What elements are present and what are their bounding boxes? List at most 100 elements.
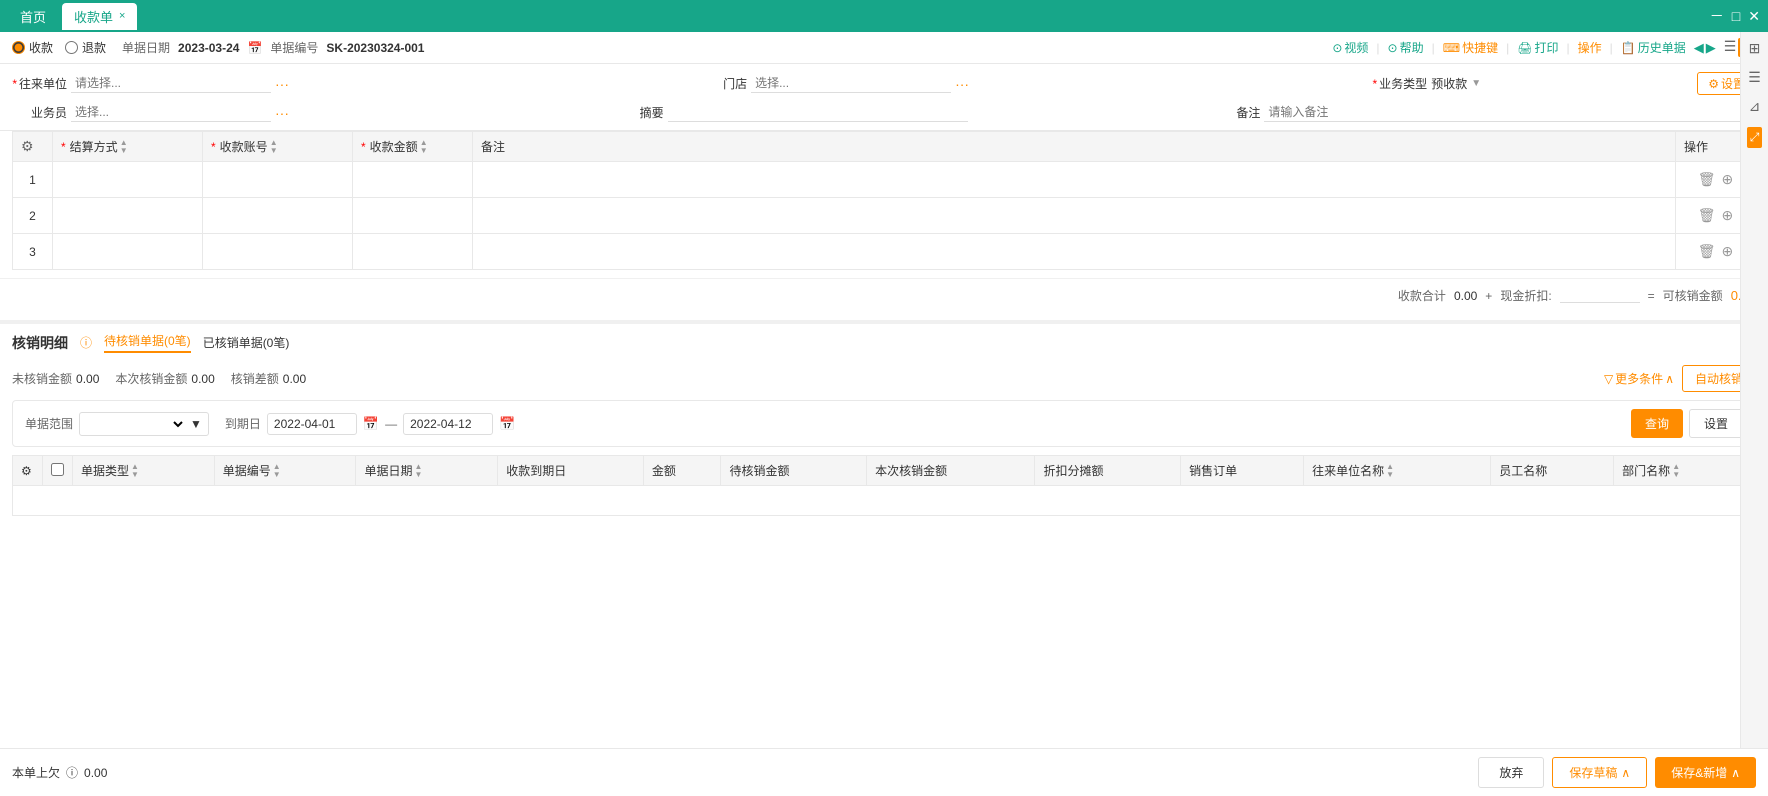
payment-cell-2[interactable] bbox=[53, 198, 203, 234]
salesperson-more-btn[interactable]: ··· bbox=[275, 105, 289, 121]
range-select[interactable]: ▼ bbox=[79, 412, 209, 436]
copy-icon-1[interactable]: ⊕ bbox=[1722, 171, 1734, 188]
range-chevron-icon: ▼ bbox=[190, 417, 202, 431]
account-cell-2[interactable] bbox=[203, 198, 353, 234]
payment-cell-1[interactable] bbox=[53, 162, 203, 198]
store-input[interactable] bbox=[751, 74, 951, 93]
amount-cell-1[interactable] bbox=[353, 162, 473, 198]
th-account: * 收款账号 ▲▼ bbox=[203, 132, 353, 162]
th-discount: 折扣分摊额 bbox=[1035, 456, 1181, 486]
list-view-icon[interactable]: ☰ bbox=[1724, 38, 1737, 57]
discard-btn[interactable]: 放弃 bbox=[1478, 757, 1544, 788]
salesperson-label: 业务员 bbox=[12, 104, 67, 121]
date-to-input[interactable] bbox=[403, 413, 493, 435]
date-filter: 到期日 📅 — 📅 bbox=[225, 413, 515, 435]
th-amount: * 收款金额 ▲▼ bbox=[353, 132, 473, 162]
more-conditions-btn[interactable]: ▽ 更多条件 ∧ bbox=[1604, 370, 1674, 387]
salesperson-input[interactable] bbox=[71, 103, 271, 122]
draft-btn[interactable]: 保存草稿 ∧ bbox=[1552, 757, 1647, 788]
th-pending-amount: 待核销金额 bbox=[721, 456, 867, 486]
footer: 本单上欠 ⓘ 0.00 放弃 保存草稿 ∧ 保存&新增 ∧ bbox=[0, 748, 1768, 796]
tab-active[interactable]: 收款单 × bbox=[62, 3, 137, 30]
delete-icon-1[interactable]: 🗑 bbox=[1698, 171, 1716, 188]
table-gear-icon[interactable]: ⚙ bbox=[21, 138, 34, 154]
sidebar-table-icon[interactable]: ⊞ bbox=[1749, 40, 1761, 57]
maximize-icon[interactable]: □ bbox=[1732, 8, 1740, 24]
cal-from-icon[interactable]: 📅 bbox=[363, 416, 379, 432]
sidebar-link-icon[interactable]: ⊿ bbox=[1749, 98, 1761, 115]
current-icon[interactable]: ⓘ bbox=[66, 764, 78, 781]
draft-label: 保存草稿 bbox=[1569, 764, 1617, 781]
summary-input[interactable] bbox=[668, 103, 968, 122]
query-btn[interactable]: 查询 bbox=[1631, 409, 1683, 438]
delete-icon-3[interactable]: 🗑 bbox=[1698, 243, 1716, 260]
th-payment: * 结算方式 ▲▼ bbox=[53, 132, 203, 162]
completed-tab[interactable]: 已核销单据(0笔) bbox=[203, 334, 290, 351]
note-cell-2[interactable] bbox=[473, 198, 1676, 234]
select-all-checkbox[interactable] bbox=[51, 463, 64, 476]
total-label: 收款合计 bbox=[1398, 287, 1446, 304]
date-from-input[interactable] bbox=[267, 413, 357, 435]
pending-tab[interactable]: 待核销单据(0笔) bbox=[104, 332, 191, 353]
form-section: *往来单位 ··· 门店 ··· *业务类型 预收款 ▼ bbox=[0, 64, 1768, 131]
tab-home[interactable]: 首页 bbox=[8, 3, 58, 30]
current-label: 本单上欠 bbox=[12, 764, 60, 781]
range-select-input[interactable] bbox=[86, 416, 186, 432]
th-doc-date: 单据日期 ▲▼ bbox=[356, 456, 498, 486]
radio-receipt[interactable]: 收款 bbox=[12, 39, 53, 56]
radio-refund-input[interactable] bbox=[65, 41, 78, 54]
th-note: 备注 bbox=[473, 132, 1676, 162]
settings-gear-icon[interactable]: ⚙ bbox=[21, 464, 32, 478]
account-cell-3[interactable] bbox=[203, 234, 353, 270]
tab-close-icon[interactable]: × bbox=[119, 10, 125, 22]
account-cell-1[interactable] bbox=[203, 162, 353, 198]
note-input[interactable] bbox=[1264, 103, 1756, 122]
amount-cell-3[interactable] bbox=[353, 234, 473, 270]
counterparty-input[interactable] bbox=[71, 74, 271, 93]
counterparty-label: *往来单位 bbox=[12, 75, 67, 92]
nav-prev[interactable]: ◀ bbox=[1694, 40, 1704, 56]
shortcut-label: 快捷键 bbox=[1462, 39, 1498, 56]
save-new-btn[interactable]: 保存&新增 ∧ bbox=[1655, 757, 1756, 788]
filter-settings-btn[interactable]: 设置 bbox=[1689, 409, 1743, 438]
business-type-select[interactable]: 预收款 ▼ bbox=[1431, 75, 1551, 92]
shortcut-btn[interactable]: ⌨ 快捷键 bbox=[1443, 39, 1498, 56]
help-btn[interactable]: ⊙ 帮助 bbox=[1388, 39, 1424, 56]
doc-number-label: 单据编号 bbox=[270, 39, 318, 56]
video-btn[interactable]: ⊙ 视频 bbox=[1332, 39, 1368, 56]
print-btn[interactable]: 🖨 打印 bbox=[1517, 39, 1558, 56]
date-label: 到期日 bbox=[225, 415, 261, 432]
calendar-icon[interactable]: 📅 bbox=[247, 41, 262, 55]
tab-bar: 首页 收款单 × － □ ✕ bbox=[0, 0, 1768, 32]
close-icon[interactable]: ✕ bbox=[1748, 8, 1760, 25]
store-more-btn[interactable]: ··· bbox=[955, 76, 969, 92]
radio-group: 收款 退款 bbox=[12, 39, 106, 56]
nav-next[interactable]: ▶ bbox=[1706, 40, 1716, 56]
radio-refund[interactable]: 退款 bbox=[65, 39, 106, 56]
copy-icon-2[interactable]: ⊕ bbox=[1722, 207, 1734, 224]
payment-cell-3[interactable] bbox=[53, 234, 203, 270]
operation-btn[interactable]: 操作 bbox=[1578, 39, 1602, 56]
copy-icon-3[interactable]: ⊕ bbox=[1722, 243, 1734, 260]
note-cell-1[interactable] bbox=[473, 162, 1676, 198]
history-btn[interactable]: 📋 历史单据 bbox=[1621, 39, 1686, 56]
note-cell-3[interactable] bbox=[473, 234, 1676, 270]
cal-to-icon[interactable]: 📅 bbox=[499, 416, 515, 432]
sidebar-expand-icon[interactable]: ⤢ bbox=[1747, 127, 1763, 148]
sidebar-doc-icon[interactable]: ☰ bbox=[1748, 69, 1761, 86]
minimize-icon[interactable]: － bbox=[1710, 6, 1724, 26]
current-verify-value: 0.00 bbox=[191, 372, 214, 386]
equals-sign: = bbox=[1648, 289, 1655, 303]
counterparty-more-btn[interactable]: ··· bbox=[275, 76, 289, 92]
verify-info-icon[interactable]: ⓘ bbox=[80, 334, 92, 351]
operation-label: 操作 bbox=[1578, 39, 1602, 56]
discount-input[interactable] bbox=[1560, 288, 1640, 303]
date-separator: — bbox=[385, 417, 397, 431]
store-label: 门店 bbox=[692, 75, 747, 92]
note-label: 备注 bbox=[1205, 104, 1260, 121]
footer-left: 本单上欠 ⓘ 0.00 bbox=[12, 764, 107, 781]
radio-receipt-input[interactable] bbox=[12, 41, 25, 54]
delete-icon-2[interactable]: 🗑 bbox=[1698, 207, 1716, 224]
th-counterparty: 往来单位名称 ▲▼ bbox=[1304, 456, 1491, 486]
amount-cell-2[interactable] bbox=[353, 198, 473, 234]
